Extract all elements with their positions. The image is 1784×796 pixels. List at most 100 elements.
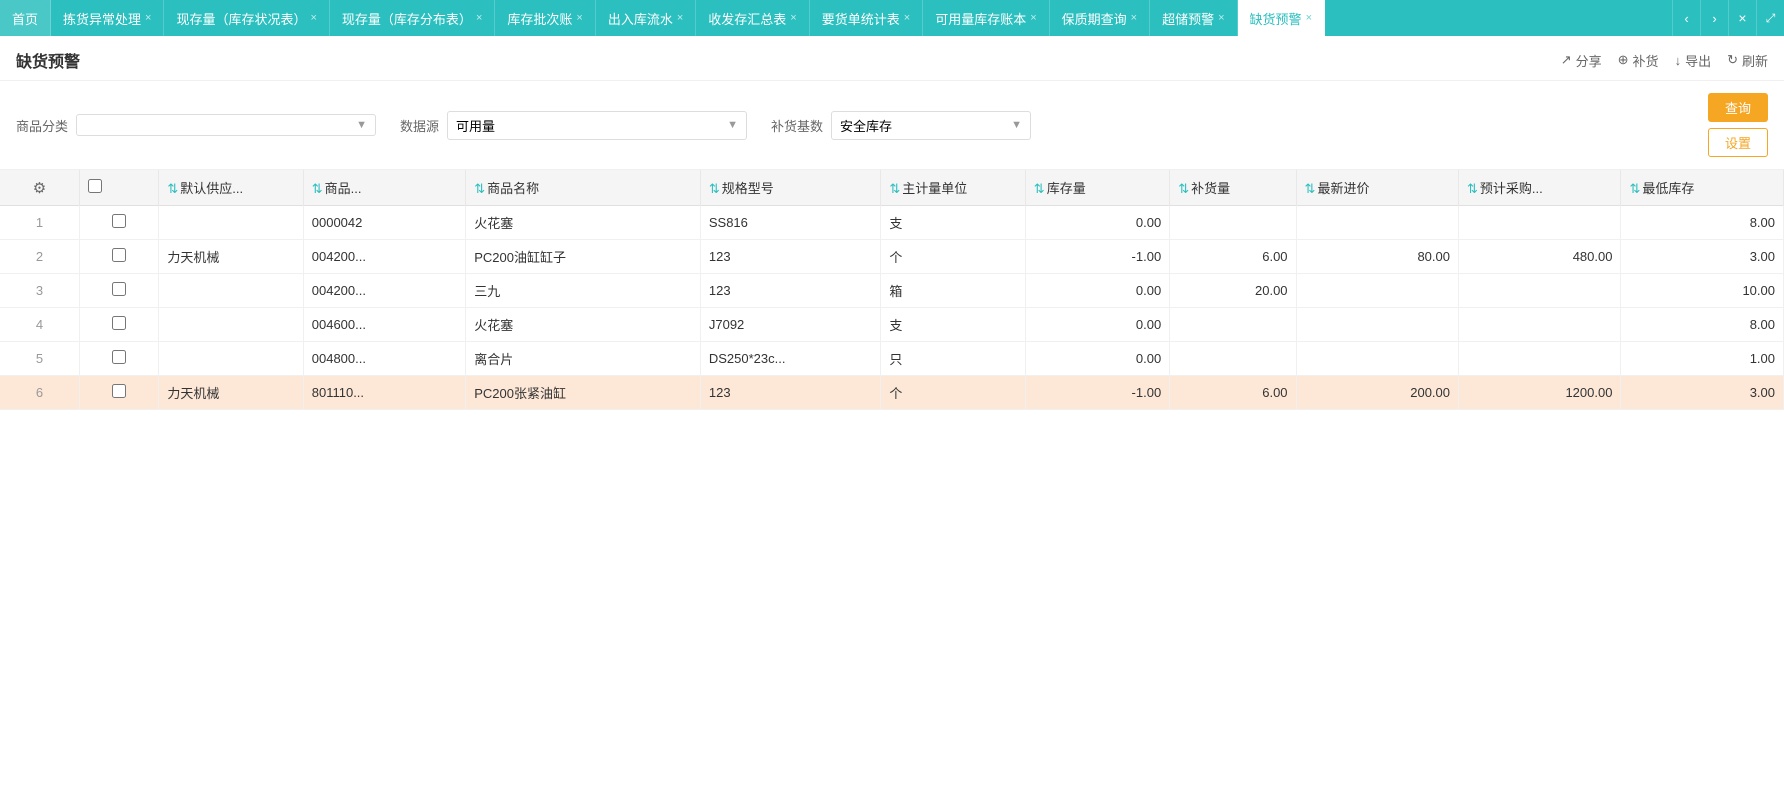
- query-button[interactable]: 查询: [1708, 93, 1768, 122]
- nav-tab-exception[interactable]: 拣货异常处理 ×: [51, 0, 164, 36]
- nav-tab-inout[interactable]: 出入库流水 ×: [596, 0, 696, 36]
- nav-tab-stock-status[interactable]: 现存量（库存状况表） ×: [164, 0, 329, 36]
- row-checkbox-cell[interactable]: [79, 376, 158, 410]
- nav-tab-home[interactable]: 首页: [0, 0, 51, 36]
- nav-arrow-left[interactable]: ‹: [1672, 0, 1700, 36]
- sort-spec-icon[interactable]: ⇅: [709, 181, 720, 196]
- row-checkbox-1[interactable]: [112, 214, 126, 228]
- page-header: 缺货预警 ↗ 分享 ⊕ 补货 ↓ 导出 ↻ 刷新: [0, 36, 1784, 81]
- row-checkbox-cell[interactable]: [79, 206, 158, 240]
- nav-tab-shortage[interactable]: 缺货预警 ×: [1238, 0, 1325, 36]
- row-name: 火花塞: [466, 308, 701, 342]
- nav-tab-close-batch[interactable]: ×: [576, 12, 582, 24]
- col-spec: ⇅规格型号: [700, 170, 881, 206]
- share-icon: ↗: [1561, 52, 1572, 68]
- row-supplier: [159, 308, 303, 342]
- table-settings-col[interactable]: ⚙: [0, 170, 79, 206]
- table-row[interactable]: 6 力天机械 801110... PC200张紧油缸 123 个 -1.00 6…: [0, 376, 1784, 410]
- nav-tab-close-stock-status[interactable]: ×: [310, 12, 316, 24]
- row-checkbox-cell[interactable]: [79, 342, 158, 376]
- nav-tab-close-order-stat[interactable]: ×: [904, 12, 910, 24]
- row-min-stock: 3.00: [1621, 376, 1784, 410]
- table-row[interactable]: 3 004200... 三九 123 箱 0.00 20.00 10.00: [0, 274, 1784, 308]
- row-stock: 0.00: [1025, 274, 1169, 308]
- nav-tab-label-stock-status: 现存量（库存状况表）: [176, 9, 306, 28]
- nav-tab-expiry[interactable]: 保质期查询 ×: [1050, 0, 1150, 36]
- datasource-filter-group: 数据源 可用量 ▼: [400, 111, 747, 140]
- replenish-base-filter-group: 补货基数 安全库存 ▼: [771, 111, 1031, 140]
- table-row[interactable]: 2 力天机械 004200... PC200油缸缸子 123 个 -1.00 6…: [0, 240, 1784, 274]
- row-checkbox-4[interactable]: [112, 316, 126, 330]
- row-supplier: [159, 342, 303, 376]
- sort-supplier-icon[interactable]: ⇅: [167, 181, 178, 196]
- nav-tab-order-stat[interactable]: 要货单统计表 ×: [810, 0, 923, 36]
- row-spec: 123: [700, 376, 881, 410]
- row-latest-price: 80.00: [1296, 240, 1458, 274]
- nav-tab-avail-ledger[interactable]: 可用量库存账本 ×: [923, 0, 1049, 36]
- row-latest-price: [1296, 342, 1458, 376]
- row-checkbox-5[interactable]: [112, 350, 126, 364]
- row-index: 2: [0, 240, 79, 274]
- row-latest-price: [1296, 206, 1458, 240]
- nav-tab-close-inout[interactable]: ×: [677, 12, 683, 24]
- row-checkbox-cell[interactable]: [79, 308, 158, 342]
- settings-button[interactable]: 设置: [1708, 128, 1768, 157]
- category-select[interactable]: ▼: [76, 114, 376, 136]
- nav-tab-close-shortage[interactable]: ×: [1306, 12, 1312, 24]
- sort-est-icon[interactable]: ⇅: [1467, 181, 1478, 196]
- top-navigation: 首页拣货异常处理 ×现存量（库存状况表） ×现存量（库存分布表） ×库存批次账 …: [0, 0, 1784, 36]
- row-index: 5: [0, 342, 79, 376]
- col-stock: ⇅库存量: [1025, 170, 1169, 206]
- row-est-purchase: 1200.00: [1459, 376, 1621, 410]
- sort-name-icon[interactable]: ⇅: [474, 181, 485, 196]
- row-min-stock: 1.00: [1621, 342, 1784, 376]
- row-checkbox-3[interactable]: [112, 282, 126, 296]
- sort-min-icon[interactable]: ⇅: [1629, 181, 1640, 196]
- nav-tab-close-receipt[interactable]: ×: [790, 12, 796, 24]
- select-all-checkbox[interactable]: [88, 179, 102, 193]
- refresh-label: 刷新: [1742, 51, 1768, 70]
- replenish-base-value: 安全库存: [840, 116, 892, 135]
- row-checkbox-2[interactable]: [112, 248, 126, 262]
- nav-tab-label-home: 首页: [12, 9, 38, 28]
- nav-close-all[interactable]: ×: [1728, 0, 1756, 36]
- row-stock: 0.00: [1025, 342, 1169, 376]
- row-name: PC200油缸缸子: [466, 240, 701, 274]
- table-row[interactable]: 4 004600... 火花塞 J7092 支 0.00 8.00: [0, 308, 1784, 342]
- datasource-select[interactable]: 可用量 ▼: [447, 111, 747, 140]
- row-checkbox-6[interactable]: [112, 384, 126, 398]
- sort-price-icon[interactable]: ⇅: [1305, 181, 1316, 196]
- replenish-icon: ⊕: [1618, 52, 1629, 68]
- export-button[interactable]: ↓ 导出: [1675, 51, 1712, 70]
- sort-stock-icon[interactable]: ⇅: [1034, 181, 1045, 196]
- nav-tab-close-exception[interactable]: ×: [145, 12, 151, 24]
- row-replenish-qty: [1170, 308, 1296, 342]
- table-row[interactable]: 1 0000042 火花塞 SS816 支 0.00 8.00: [0, 206, 1784, 240]
- sort-unit-icon[interactable]: ⇅: [889, 181, 900, 196]
- row-min-stock: 8.00: [1621, 206, 1784, 240]
- row-checkbox-cell[interactable]: [79, 240, 158, 274]
- nav-tab-close-stock-dist[interactable]: ×: [476, 12, 482, 24]
- row-name: PC200张紧油缸: [466, 376, 701, 410]
- nav-tab-close-avail-ledger[interactable]: ×: [1030, 12, 1036, 24]
- replenish-button[interactable]: ⊕ 补货: [1618, 51, 1659, 70]
- share-button[interactable]: ↗ 分享: [1561, 51, 1602, 70]
- nav-tab-batch[interactable]: 库存批次账 ×: [495, 0, 595, 36]
- nav-tab-close-expiry[interactable]: ×: [1131, 12, 1137, 24]
- refresh-button[interactable]: ↻ 刷新: [1727, 51, 1768, 70]
- sort-replenish-icon[interactable]: ⇅: [1178, 181, 1189, 196]
- row-stock: 0.00: [1025, 206, 1169, 240]
- nav-tab-overstock[interactable]: 超储预警 ×: [1150, 0, 1237, 36]
- nav-tab-receipt[interactable]: 收发存汇总表 ×: [696, 0, 809, 36]
- replenish-base-select[interactable]: 安全库存 ▼: [831, 111, 1031, 140]
- row-checkbox-cell[interactable]: [79, 274, 158, 308]
- col-code: ⇅商品...: [303, 170, 465, 206]
- nav-arrow-right[interactable]: ›: [1700, 0, 1728, 36]
- table-row[interactable]: 5 004800... 离合片 DS250*23c... 只 0.00 1.00: [0, 342, 1784, 376]
- nav-tab-stock-dist[interactable]: 现存量（库存分布表） ×: [330, 0, 495, 36]
- nav-expand[interactable]: ⤢: [1756, 0, 1784, 36]
- row-code: 0000042: [303, 206, 465, 240]
- nav-tab-close-overstock[interactable]: ×: [1218, 12, 1224, 24]
- sort-code-icon[interactable]: ⇅: [312, 181, 323, 196]
- row-spec: J7092: [700, 308, 881, 342]
